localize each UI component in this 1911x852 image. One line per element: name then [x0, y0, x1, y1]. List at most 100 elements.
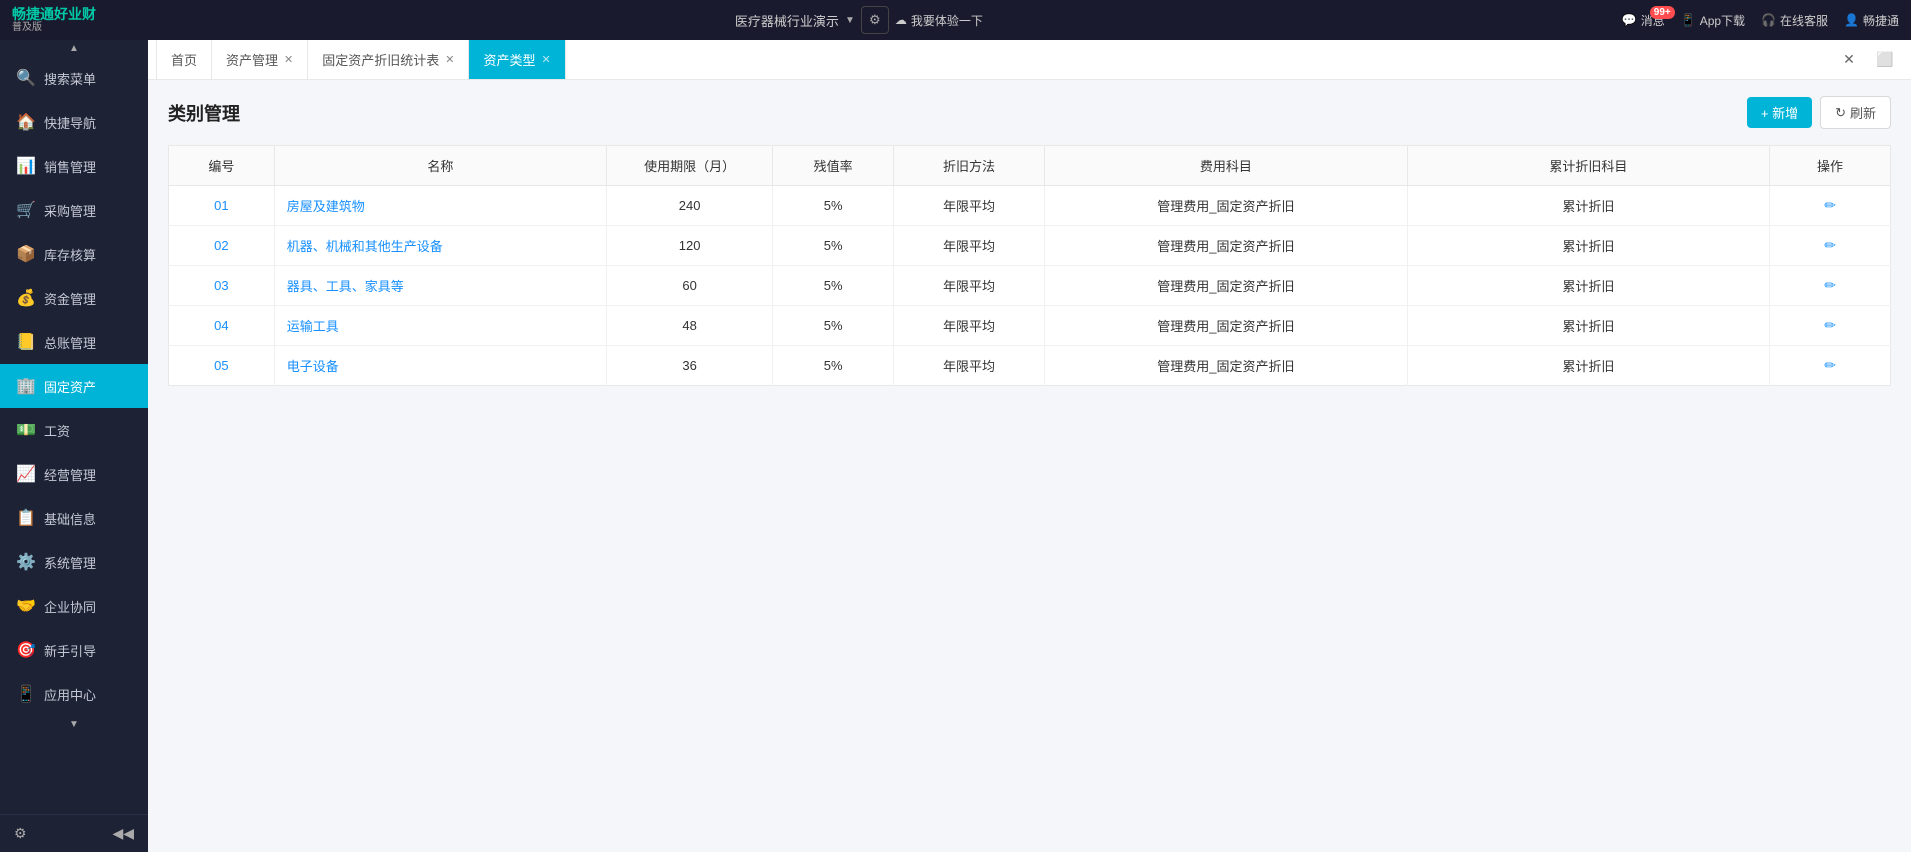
company-dropdown-icon[interactable]: ▼: [845, 15, 855, 26]
sidebar-item-label: 系统管理: [44, 553, 96, 572]
basicinfo-icon: 📋: [16, 508, 36, 528]
sidebar-collapse-icon[interactable]: ◀◀: [112, 825, 134, 842]
table-row: 03 器具、工具、家具等 60 5% 年限平均 管理费用_固定资产折旧 累计折旧…: [169, 266, 1891, 306]
tab-maximize-icon[interactable]: ⬜: [1871, 46, 1899, 74]
company-name[interactable]: 医疗器械行业演示: [735, 11, 839, 30]
enterprise-icon: 🤝: [16, 596, 36, 616]
table-row: 04 运输工具 48 5% 年限平均 管理费用_固定资产折旧 累计折旧 ✏: [169, 306, 1891, 346]
tab-asset-mgmt[interactable]: 资产管理 ✕: [212, 40, 308, 79]
cell-operation: ✏: [1770, 306, 1891, 346]
cell-name[interactable]: 器具、工具、家具等: [274, 266, 606, 306]
sidebar-item-basic-info[interactable]: 📋 基础信息: [0, 496, 148, 540]
col-header-expense: 费用科目: [1045, 146, 1408, 186]
cell-code[interactable]: 03: [169, 266, 275, 306]
cell-residual-rate: 5%: [773, 306, 894, 346]
edit-icon[interactable]: ✏: [1824, 317, 1836, 333]
system-icon: ⚙️: [16, 552, 36, 572]
message-item[interactable]: 💬 消息 99+: [1622, 12, 1665, 29]
cell-accumulated-account: 累计折旧: [1407, 306, 1770, 346]
cell-residual-rate: 5%: [773, 266, 894, 306]
capital-icon: 💰: [16, 288, 36, 308]
cell-name[interactable]: 电子设备: [274, 346, 606, 386]
sidebar-item-enterprise[interactable]: 🤝 企业协同: [0, 584, 148, 628]
salary-icon: 💵: [16, 420, 36, 440]
app-logo: 畅捷通好业财 普及版: [12, 6, 96, 35]
topbar: 畅捷通好业财 普及版 医疗器械行业演示 ▼ ⚙ ☁ 我要体验一下 💬 消息 99…: [0, 0, 1911, 40]
sidebar-item-label: 经营管理: [44, 465, 96, 484]
sidebar-bottom: ⚙ ◀◀: [0, 814, 148, 852]
edit-icon[interactable]: ✏: [1824, 237, 1836, 253]
tab-close-window-icon[interactable]: ✕: [1835, 46, 1863, 74]
cell-code[interactable]: 04: [169, 306, 275, 346]
cell-accumulated-account: 累计折旧: [1407, 346, 1770, 386]
sidebar-item-label: 采购管理: [44, 201, 96, 220]
online-service-item[interactable]: 🎧 在线客服: [1761, 12, 1828, 29]
sidebar: ▲ 🔍 搜索菜单 🏠 快捷导航 📊 销售管理 🛒 采购管理 📦 库存核算 💰 资…: [0, 40, 148, 852]
cell-residual-rate: 5%: [773, 226, 894, 266]
tab-home[interactable]: 首页: [156, 40, 212, 79]
sidebar-item-label: 企业协同: [44, 597, 96, 616]
new-button[interactable]: + 新增: [1747, 97, 1812, 128]
sidebar-item-operations[interactable]: 📈 经营管理: [0, 452, 148, 496]
cell-code[interactable]: 02: [169, 226, 275, 266]
sidebar-scroll-down[interactable]: ▼: [0, 716, 148, 732]
settings-icon[interactable]: ⚙: [861, 6, 889, 34]
sidebar-item-sales[interactable]: 📊 销售管理: [0, 144, 148, 188]
content-area: 首页 资产管理 ✕ 固定资产折旧统计表 ✕ 资产类型 ✕ ✕ ⬜: [148, 40, 1911, 852]
sidebar-item-label: 工资: [44, 421, 70, 440]
sidebar-item-label: 搜索菜单: [44, 69, 96, 88]
cell-months: 36: [607, 346, 773, 386]
headset-icon: 🎧: [1761, 13, 1776, 27]
edit-icon[interactable]: ✏: [1824, 197, 1836, 213]
col-header-months: 使用期限（月）: [607, 146, 773, 186]
sidebar-item-purchase[interactable]: 🛒 采购管理: [0, 188, 148, 232]
page-content: 类别管理 + 新增 ↻ 刷新 编号 名称 使用期限（月） 残值率: [148, 80, 1911, 852]
sidebar-item-fixed-assets[interactable]: 🏢 固定资产: [0, 364, 148, 408]
experience-button[interactable]: ☁ 我要体验一下: [895, 12, 983, 29]
page-title: 类别管理: [168, 100, 240, 126]
cell-code[interactable]: 05: [169, 346, 275, 386]
sidebar-item-inventory[interactable]: 📦 库存核算: [0, 232, 148, 276]
sidebar-item-guide[interactable]: 🎯 新手引导: [0, 628, 148, 672]
sidebar-item-ledger[interactable]: 📒 总账管理: [0, 320, 148, 364]
sidebar-item-search[interactable]: 🔍 搜索菜单: [0, 56, 148, 100]
cell-expense-account: 管理费用_固定资产折旧: [1045, 346, 1408, 386]
guide-icon: 🎯: [16, 640, 36, 660]
tab-close-icon[interactable]: ✕: [284, 53, 293, 66]
topbar-center: 医疗器械行业演示 ▼ ⚙ ☁ 我要体验一下: [735, 6, 983, 34]
phone-icon: 📱: [1681, 13, 1696, 27]
sidebar-item-capital[interactable]: 💰 资金管理: [0, 276, 148, 320]
sidebar-item-app-center[interactable]: 📱 应用中心: [0, 672, 148, 716]
sidebar-item-system[interactable]: ⚙️ 系统管理: [0, 540, 148, 584]
sidebar-item-shortcut[interactable]: 🏠 快捷导航: [0, 100, 148, 144]
data-table: 编号 名称 使用期限（月） 残值率 折旧方法 费用科目 累计折旧科目 操作 01…: [168, 145, 1891, 386]
topbar-left: 畅捷通好业财 普及版: [12, 6, 96, 35]
col-header-accumulated: 累计折旧科目: [1407, 146, 1770, 186]
user-item[interactable]: 👤 畅捷通: [1844, 12, 1899, 29]
cell-name[interactable]: 机器、机械和其他生产设备: [274, 226, 606, 266]
tab-close-icon[interactable]: ✕: [542, 53, 551, 66]
edit-icon[interactable]: ✏: [1824, 277, 1836, 293]
tab-depreciation-table[interactable]: 固定资产折旧统计表 ✕: [308, 40, 469, 79]
refresh-button[interactable]: ↻ 刷新: [1820, 96, 1891, 129]
cell-operation: ✏: [1770, 266, 1891, 306]
sidebar-item-label: 资金管理: [44, 289, 96, 308]
cell-residual-rate: 5%: [773, 346, 894, 386]
cell-code[interactable]: 01: [169, 186, 275, 226]
ledger-icon: 📒: [16, 332, 36, 352]
cell-name[interactable]: 房屋及建筑物: [274, 186, 606, 226]
cell-depreciation-method: 年限平均: [894, 346, 1045, 386]
edit-icon[interactable]: ✏: [1824, 357, 1836, 373]
sidebar-item-salary[interactable]: 💵 工资: [0, 408, 148, 452]
tab-asset-type[interactable]: 资产类型 ✕: [469, 40, 565, 79]
cell-expense-account: 管理费用_固定资产折旧: [1045, 266, 1408, 306]
table-row: 02 机器、机械和其他生产设备 120 5% 年限平均 管理费用_固定资产折旧 …: [169, 226, 1891, 266]
cell-name[interactable]: 运输工具: [274, 306, 606, 346]
tab-close-icon[interactable]: ✕: [445, 53, 454, 66]
app-download-item[interactable]: 📱 App下载: [1681, 12, 1745, 29]
sidebar-settings-icon[interactable]: ⚙: [14, 825, 27, 842]
cell-depreciation-method: 年限平均: [894, 226, 1045, 266]
home-icon: 🏠: [16, 112, 36, 132]
sidebar-scroll-up[interactable]: ▲: [0, 40, 148, 56]
building-icon: 🏢: [16, 376, 36, 396]
